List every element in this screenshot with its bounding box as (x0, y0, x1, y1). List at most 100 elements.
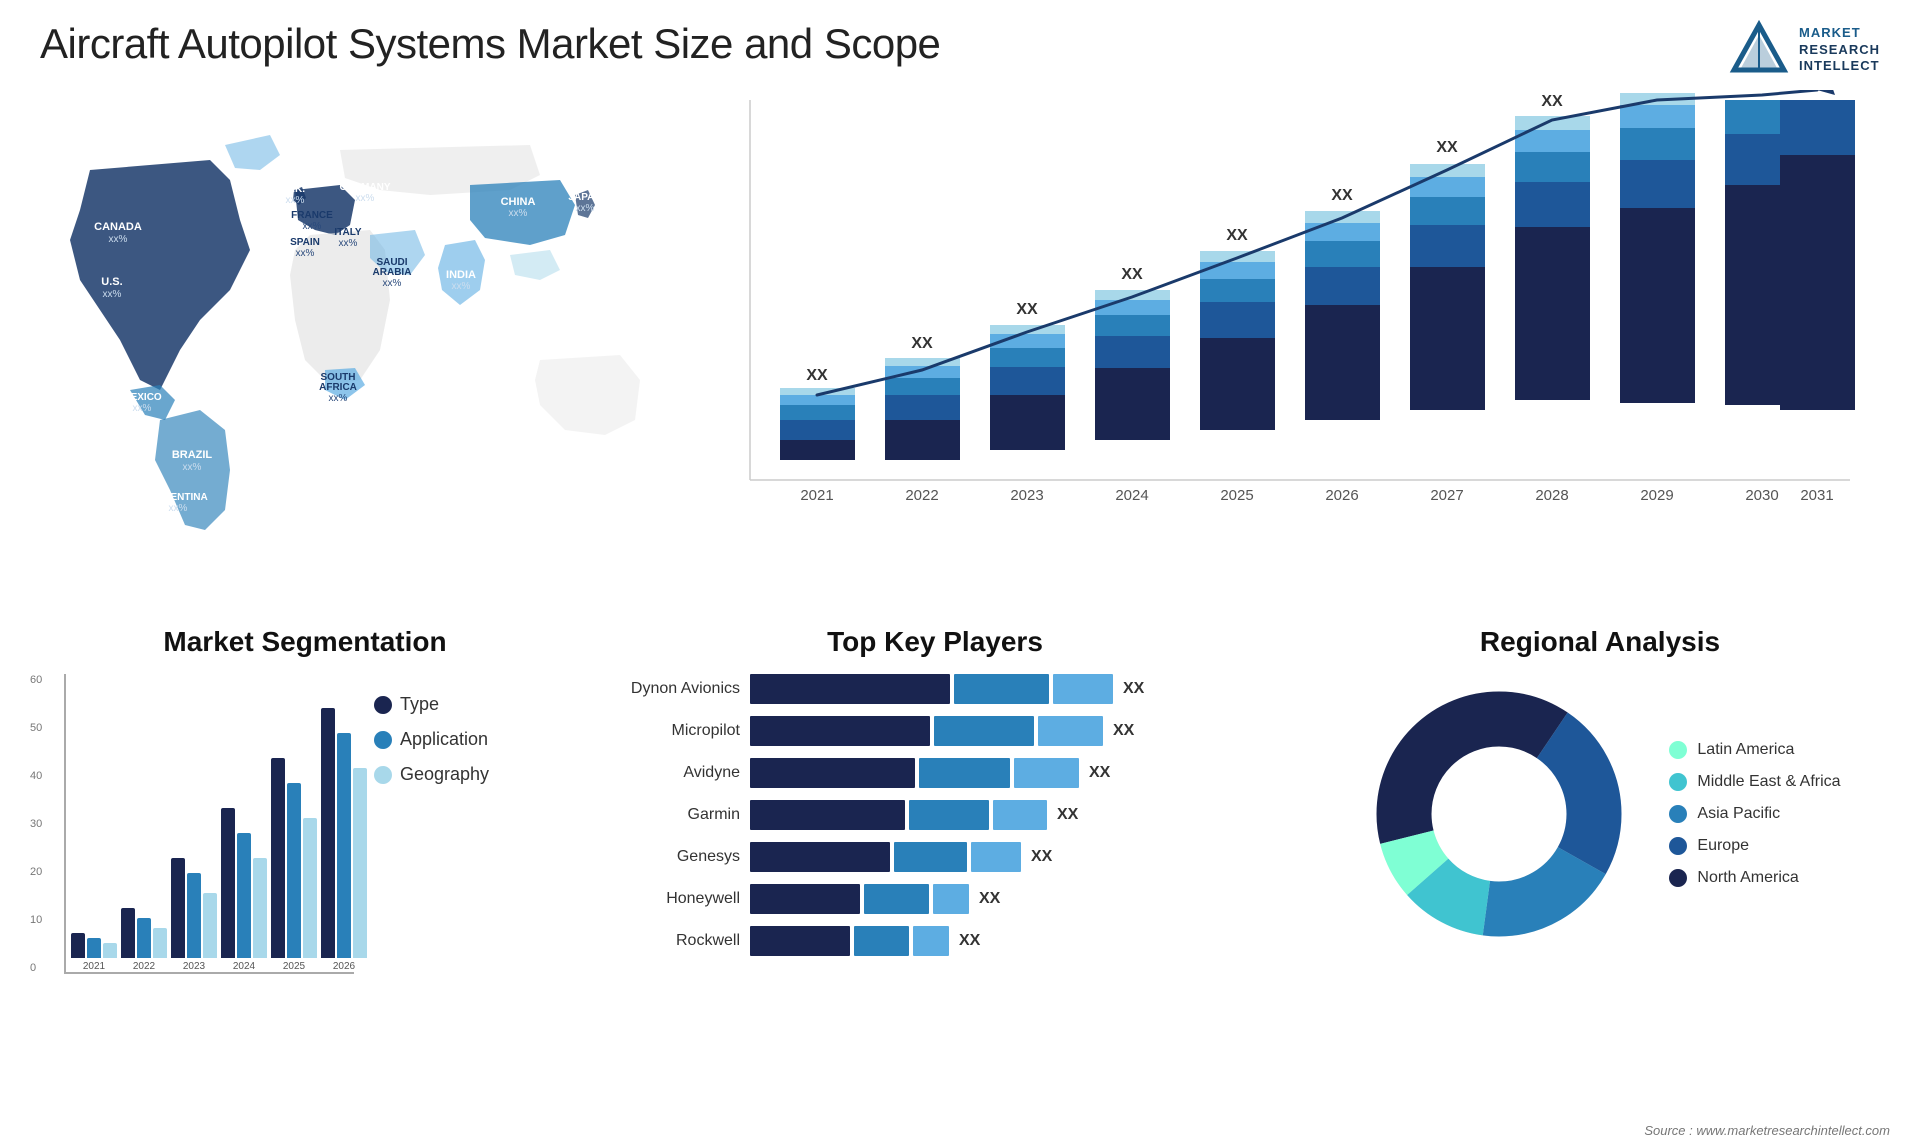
svg-text:ARGENTINA: ARGENTINA (148, 492, 207, 503)
bar-group-2026: 2026 (321, 708, 367, 972)
svg-text:INDIA: INDIA (446, 269, 476, 281)
svg-text:2022: 2022 (905, 487, 938, 504)
svg-text:2024: 2024 (1115, 487, 1148, 504)
svg-text:ITALY: ITALY (334, 227, 362, 238)
bar-chart-container: 60 50 40 30 20 10 0 2021 (30, 674, 354, 974)
svg-text:xx%: xx% (103, 289, 122, 300)
svg-text:XX: XX (1016, 301, 1038, 318)
player-row-genesys: Genesys XX (610, 842, 1260, 872)
growth-chart-svg: XX 2021 XX 2022 XX 2023 XX 2024 XX 2025 (720, 90, 1870, 550)
svg-text:2031: 2031 (1800, 487, 1833, 504)
legend-item-application: Application (374, 729, 489, 750)
svg-text:xx%: xx% (109, 234, 128, 245)
svg-text:xx%: xx% (383, 278, 402, 289)
svg-text:xx%: xx% (286, 195, 305, 206)
svg-text:xx%: xx% (169, 503, 188, 514)
growth-chart-section: XX 2021 XX 2022 XX 2023 XX 2024 XX 2025 (720, 90, 1890, 550)
bar-group-2022: 2022 (121, 908, 167, 972)
legend-dot-latin-america (1669, 741, 1687, 759)
svg-text:xx%: xx% (509, 208, 528, 219)
svg-text:JAPAN: JAPAN (568, 192, 601, 203)
svg-text:MEXICO: MEXICO (122, 392, 162, 403)
page-title: Aircraft Autopilot Systems Market Size a… (40, 20, 940, 68)
svg-text:xx%: xx% (329, 393, 348, 404)
player-row-garmin: Garmin XX (610, 800, 1260, 830)
world-map-svg: CANADA xx% U.S. xx% MEXICO xx% BRAZIL xx… (30, 90, 710, 550)
legend-latin-america: Latin America (1669, 741, 1840, 759)
legend-dot-type (374, 696, 392, 714)
bar-2021-seg1 (780, 440, 855, 460)
legend-item-type: Type (374, 694, 489, 715)
svg-text:XX: XX (1751, 90, 1773, 92)
y-axis: 60 50 40 30 20 10 0 (30, 674, 42, 974)
svg-text:xx%: xx% (296, 248, 315, 259)
svg-text:CANADA: CANADA (94, 221, 142, 233)
regional-title: Regional Analysis (1310, 626, 1890, 658)
svg-text:2028: 2028 (1535, 487, 1568, 504)
player-row-micropilot: Micropilot XX (610, 716, 1260, 746)
legend-dot-middle-east-africa (1669, 773, 1687, 791)
svg-text:CHINA: CHINA (501, 196, 536, 208)
svg-text:U.K.: U.K. (285, 184, 305, 195)
legend-middle-east-africa: Middle East & Africa (1669, 773, 1840, 791)
svg-text:xx%: xx% (339, 238, 358, 249)
legend-item-geography: Geography (374, 764, 489, 785)
bar-group-2024: 2024 (221, 808, 267, 972)
legend-dot-asia-pacific (1669, 805, 1687, 823)
legend-dot-application (374, 731, 392, 749)
player-row-avidyne: Avidyne XX (610, 758, 1260, 788)
regional-legend: Latin America Middle East & Africa Asia … (1669, 741, 1840, 887)
logo-text: MARKET RESEARCH INTELLECT (1799, 25, 1880, 76)
regional-content: Latin America Middle East & Africa Asia … (1310, 674, 1890, 954)
svg-text:2029: 2029 (1640, 487, 1673, 504)
svg-text:GERMANY: GERMANY (339, 182, 390, 193)
svg-text:xx%: xx% (356, 193, 375, 204)
svg-text:2023: 2023 (1010, 487, 1043, 504)
player-row-dynon: Dynon Avionics XX (610, 674, 1260, 704)
svg-text:FRANCE: FRANCE (291, 210, 333, 221)
svg-text:SPAIN: SPAIN (290, 237, 320, 248)
donut-chart-svg (1359, 674, 1639, 954)
svg-text:U.S.: U.S. (101, 276, 122, 288)
player-row-rockwell: Rockwell XX (610, 926, 1260, 956)
logo-icon (1729, 20, 1789, 80)
svg-text:XX: XX (1121, 266, 1143, 283)
key-players-title: Top Key Players (610, 626, 1260, 658)
players-list: Dynon Avionics XX Micropilot XX Avidyne (610, 674, 1260, 956)
svg-text:XX: XX (1541, 93, 1563, 110)
legend-dot-north-america (1669, 869, 1687, 887)
svg-text:XX: XX (1331, 187, 1353, 204)
source-text: Source : www.marketresearchintellect.com (1644, 1123, 1890, 1138)
world-map-section: CANADA xx% U.S. xx% MEXICO xx% BRAZIL xx… (30, 90, 710, 550)
svg-text:xx%: xx% (303, 221, 322, 232)
legend-dot-geography (374, 766, 392, 784)
svg-text:xx%: xx% (133, 403, 152, 414)
page-header: Aircraft Autopilot Systems Market Size a… (40, 20, 1880, 80)
svg-text:2030: 2030 (1745, 487, 1778, 504)
segmentation-title: Market Segmentation (30, 626, 580, 658)
key-players-section: Top Key Players Dynon Avionics XX Microp… (610, 626, 1260, 1126)
bar-group-2023: 2023 (171, 858, 217, 972)
legend-north-america: North America (1669, 869, 1840, 887)
svg-text:xx%: xx% (576, 203, 595, 214)
bar-group-2021: 2021 (71, 933, 117, 972)
legend-dot-europe (1669, 837, 1687, 855)
regional-section: Regional Analysis (1310, 626, 1890, 1126)
segmentation-legend: Type Application Geography (374, 674, 489, 785)
svg-text:XX: XX (1436, 139, 1458, 156)
svg-text:2021: 2021 (800, 487, 833, 504)
segmentation-chart-area: 60 50 40 30 20 10 0 2021 (30, 674, 580, 974)
svg-text:AFRICA: AFRICA (319, 382, 357, 393)
segmentation-section: Market Segmentation 60 50 40 30 20 10 0 (30, 626, 580, 1126)
svg-text:XX: XX (911, 335, 933, 352)
svg-text:ARABIA: ARABIA (373, 267, 412, 278)
bar-chart-inner: 2021 2022 (64, 674, 354, 974)
svg-text:BRAZIL: BRAZIL (172, 449, 213, 461)
player-row-honeywell: Honeywell XX (610, 884, 1260, 914)
legend-europe: Europe (1669, 837, 1840, 855)
svg-text:XX: XX (1226, 227, 1248, 244)
svg-text:xx%: xx% (183, 462, 202, 473)
svg-text:2026: 2026 (1325, 487, 1358, 504)
logo: MARKET RESEARCH INTELLECT (1729, 20, 1880, 80)
svg-text:2025: 2025 (1220, 487, 1253, 504)
